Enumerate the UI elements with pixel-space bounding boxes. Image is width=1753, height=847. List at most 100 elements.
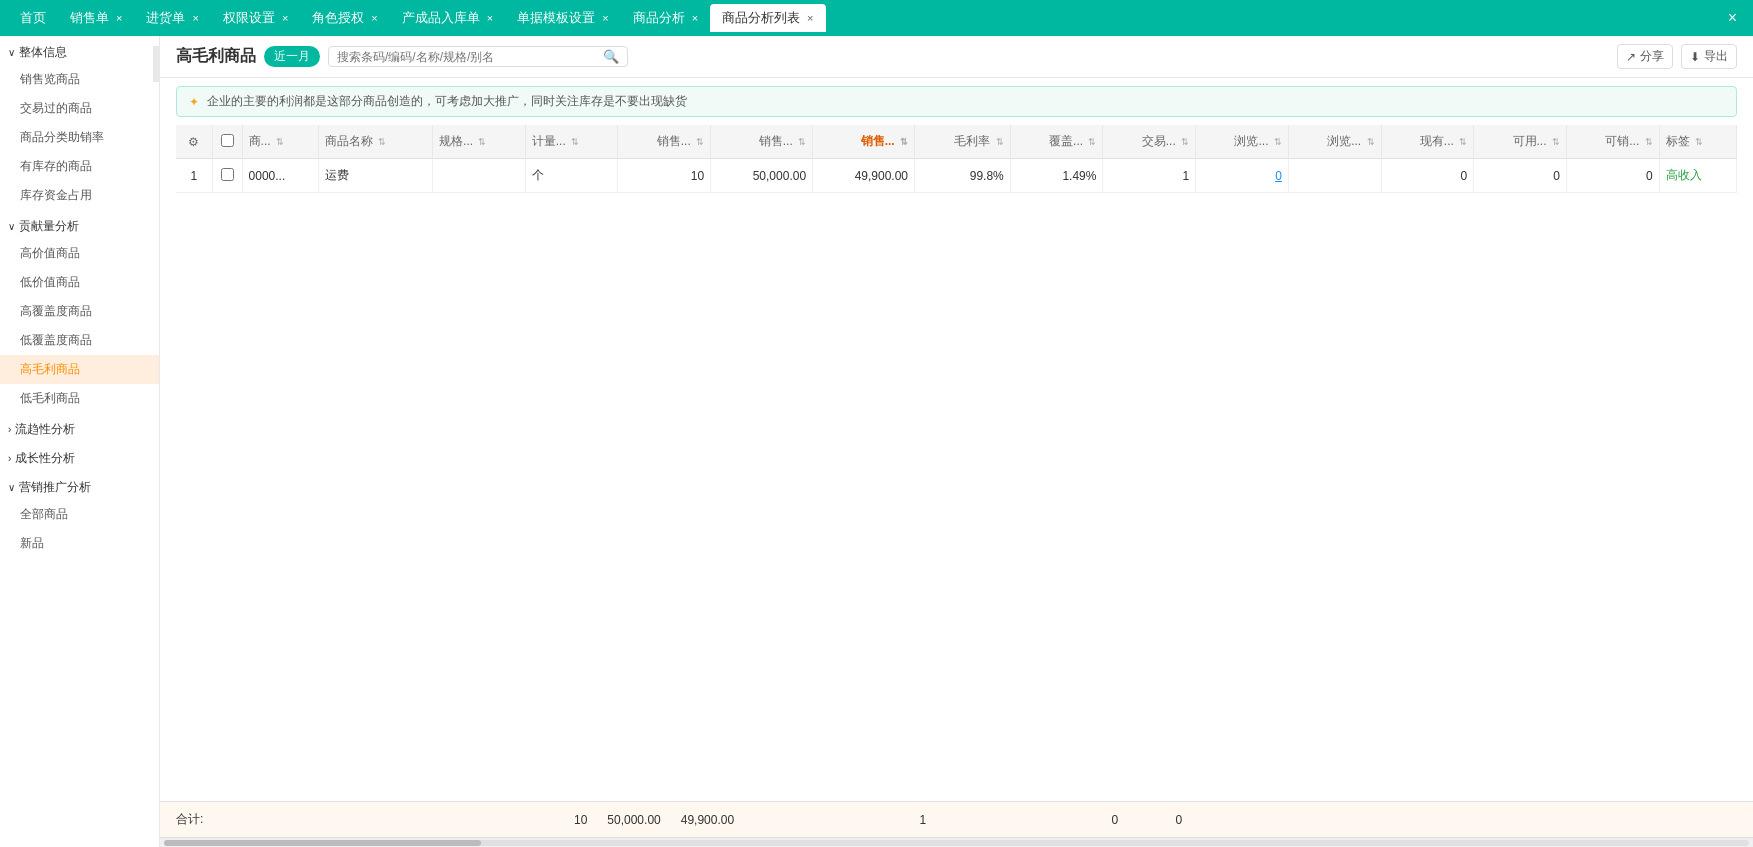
td-check[interactable] bbox=[212, 159, 242, 193]
td-available: 0 bbox=[1474, 159, 1567, 193]
sort-view2-icon: ⇅ bbox=[1367, 137, 1375, 147]
sidebar-item-traded[interactable]: 交易过的商品 bbox=[0, 94, 159, 123]
sidebar-item-low-margin[interactable]: 低毛利商品 bbox=[0, 384, 159, 413]
sidebar-item-all-products[interactable]: 全部商品 bbox=[0, 500, 159, 529]
sidebar-item-high-value[interactable]: 高价值商品 bbox=[0, 239, 159, 268]
sidebar-item-high-margin[interactable]: 高毛利商品 bbox=[0, 355, 159, 384]
sort-current-stock-icon: ⇅ bbox=[1459, 137, 1467, 147]
table-header-row: ⚙ 商... ⇅ 商品名称 ⇅ bbox=[176, 125, 1737, 159]
td-sales-amount: 50,000.00 bbox=[711, 159, 813, 193]
window-close-button[interactable]: × bbox=[1720, 9, 1745, 27]
td-view1[interactable]: 0 bbox=[1196, 159, 1289, 193]
sidebar-item-low-value[interactable]: 低价值商品 bbox=[0, 268, 159, 297]
sidebar-collapse-button[interactable]: « bbox=[153, 46, 160, 82]
sidebar-item-sales-overview[interactable]: 销售览商品 bbox=[0, 65, 159, 94]
th-available[interactable]: 可用... ⇅ bbox=[1474, 125, 1567, 159]
th-view2[interactable]: 浏览... ⇅ bbox=[1288, 125, 1381, 159]
scroll-track[interactable] bbox=[164, 840, 1749, 846]
th-sales-cost[interactable]: 销售... ⇅ bbox=[813, 125, 915, 159]
close-tab-permissions[interactable]: × bbox=[282, 12, 288, 24]
sort-sales-qty-icon: ⇅ bbox=[696, 137, 704, 147]
close-tab-roles[interactable]: × bbox=[371, 12, 377, 24]
close-tab-analysis[interactable]: × bbox=[692, 12, 698, 24]
th-check[interactable] bbox=[212, 125, 242, 159]
th-sales-qty[interactable]: 销售... ⇅ bbox=[618, 125, 711, 159]
sidebar-item-in-stock[interactable]: 有库存的商品 bbox=[0, 152, 159, 181]
tab-production[interactable]: 产成品入库单 × bbox=[390, 4, 505, 32]
sort-view1-icon: ⇅ bbox=[1274, 137, 1282, 147]
th-spec[interactable]: 规格... ⇅ bbox=[433, 125, 526, 159]
share-icon: ↗ bbox=[1626, 50, 1636, 64]
td-tag: 高收入 bbox=[1659, 159, 1736, 193]
data-table: ⚙ 商... ⇅ 商品名称 ⇅ bbox=[176, 125, 1737, 193]
arrow-contribution: ∨ bbox=[8, 221, 15, 232]
sidebar-group-overview[interactable]: ∨ 整体信息 bbox=[0, 36, 159, 65]
sidebar-item-low-coverage[interactable]: 低覆盖度商品 bbox=[0, 326, 159, 355]
th-name[interactable]: 商品名称 ⇅ bbox=[318, 125, 432, 159]
td-coverage: 1.49% bbox=[1010, 159, 1103, 193]
content-area: 高毛利商品 近一月 🔍 ↗ 分享 ⬇ 导出 ✦ 企业的主要的利润都是这部分商品创… bbox=[160, 36, 1753, 847]
tab-sales[interactable]: 销售单 × bbox=[58, 4, 134, 32]
tab-analysis-list[interactable]: 商品分析列表 × bbox=[710, 4, 825, 32]
sort-sales-cost-icon: ⇅ bbox=[900, 137, 908, 147]
horizontal-scrollbar[interactable] bbox=[160, 837, 1753, 847]
tab-template[interactable]: 单据模板设置 × bbox=[505, 4, 620, 32]
row-checkbox[interactable] bbox=[221, 168, 234, 181]
close-tab-production[interactable]: × bbox=[487, 12, 493, 24]
sort-code-icon: ⇅ bbox=[276, 137, 284, 147]
footer-sales-cost: 49,900.00 bbox=[673, 811, 742, 829]
arrow-overview: ∨ bbox=[8, 47, 15, 58]
sidebar-item-category-rate[interactable]: 商品分类助销率 bbox=[0, 123, 159, 152]
tab-permissions[interactable]: 权限设置 × bbox=[211, 4, 300, 32]
th-sales-amount[interactable]: 销售... ⇅ bbox=[711, 125, 813, 159]
scroll-thumb[interactable] bbox=[164, 840, 481, 846]
th-transaction[interactable]: 交易... ⇅ bbox=[1103, 125, 1196, 159]
footer-spacer-coverage bbox=[810, 818, 870, 822]
close-tab-sales[interactable]: × bbox=[116, 12, 122, 24]
th-code[interactable]: 商... ⇅ bbox=[242, 125, 318, 159]
th-coverage[interactable]: 覆盖... ⇅ bbox=[1010, 125, 1103, 159]
tab-roles[interactable]: 角色授权 × bbox=[300, 4, 389, 32]
sidebar-group-growth[interactable]: › 成长性分析 bbox=[0, 442, 159, 471]
filter-button[interactable]: 近一月 bbox=[264, 46, 320, 67]
td-sellable: 0 bbox=[1566, 159, 1659, 193]
th-settings[interactable]: ⚙ bbox=[176, 125, 212, 159]
tab-home[interactable]: 首页 bbox=[8, 4, 58, 32]
table-wrapper[interactable]: ⚙ 商... ⇅ 商品名称 ⇅ bbox=[160, 125, 1753, 801]
table-row: 1 0000... 运费 个 10 50,000.00 49,900.00 99… bbox=[176, 159, 1737, 193]
th-current-stock[interactable]: 现有... ⇅ bbox=[1381, 125, 1474, 159]
sort-unit-icon: ⇅ bbox=[571, 137, 579, 147]
sidebar-group-trend[interactable]: › 流趋性分析 bbox=[0, 413, 159, 442]
footer-available: 0 bbox=[1130, 811, 1190, 829]
share-button[interactable]: ↗ 分享 bbox=[1617, 44, 1673, 69]
footer-transaction: 1 bbox=[874, 811, 934, 829]
th-sellable[interactable]: 可销... ⇅ bbox=[1566, 125, 1659, 159]
close-tab-analysis-list[interactable]: × bbox=[807, 12, 813, 24]
sidebar-group-marketing[interactable]: ∨ 营销推广分析 bbox=[0, 471, 159, 500]
sort-coverage-icon: ⇅ bbox=[1088, 137, 1096, 147]
th-tag[interactable]: 标签 ⇅ bbox=[1659, 125, 1736, 159]
sort-available-icon: ⇅ bbox=[1552, 137, 1560, 147]
select-all-checkbox[interactable] bbox=[221, 134, 234, 147]
footer-spacer-view2 bbox=[1002, 818, 1062, 822]
th-view1[interactable]: 浏览... ⇅ bbox=[1196, 125, 1289, 159]
close-tab-purchase[interactable]: × bbox=[192, 12, 198, 24]
td-unit: 个 bbox=[525, 159, 618, 193]
tab-purchase[interactable]: 进货单 × bbox=[134, 4, 210, 32]
sidebar-item-high-coverage[interactable]: 高覆盖度商品 bbox=[0, 297, 159, 326]
sidebar-item-new-products[interactable]: 新品 bbox=[0, 529, 159, 558]
sort-tag-icon: ⇅ bbox=[1695, 137, 1703, 147]
search-icon[interactable]: 🔍 bbox=[603, 49, 619, 64]
sidebar-group-contribution[interactable]: ∨ 贡献量分析 bbox=[0, 210, 159, 239]
arrow-trend: › bbox=[8, 424, 11, 435]
close-tab-template[interactable]: × bbox=[602, 12, 608, 24]
th-unit[interactable]: 计量... ⇅ bbox=[525, 125, 618, 159]
tab-analysis[interactable]: 商品分析 × bbox=[621, 4, 710, 32]
search-input[interactable] bbox=[337, 50, 603, 64]
search-box: 🔍 bbox=[328, 46, 628, 67]
export-button[interactable]: ⬇ 导出 bbox=[1681, 44, 1737, 69]
th-gross-margin[interactable]: 毛利率 ⇅ bbox=[915, 125, 1011, 159]
sidebar-item-stock-capital[interactable]: 库存资金占用 bbox=[0, 181, 159, 210]
sort-gross-margin-icon: ⇅ bbox=[996, 137, 1004, 147]
arrow-growth: › bbox=[8, 453, 11, 464]
